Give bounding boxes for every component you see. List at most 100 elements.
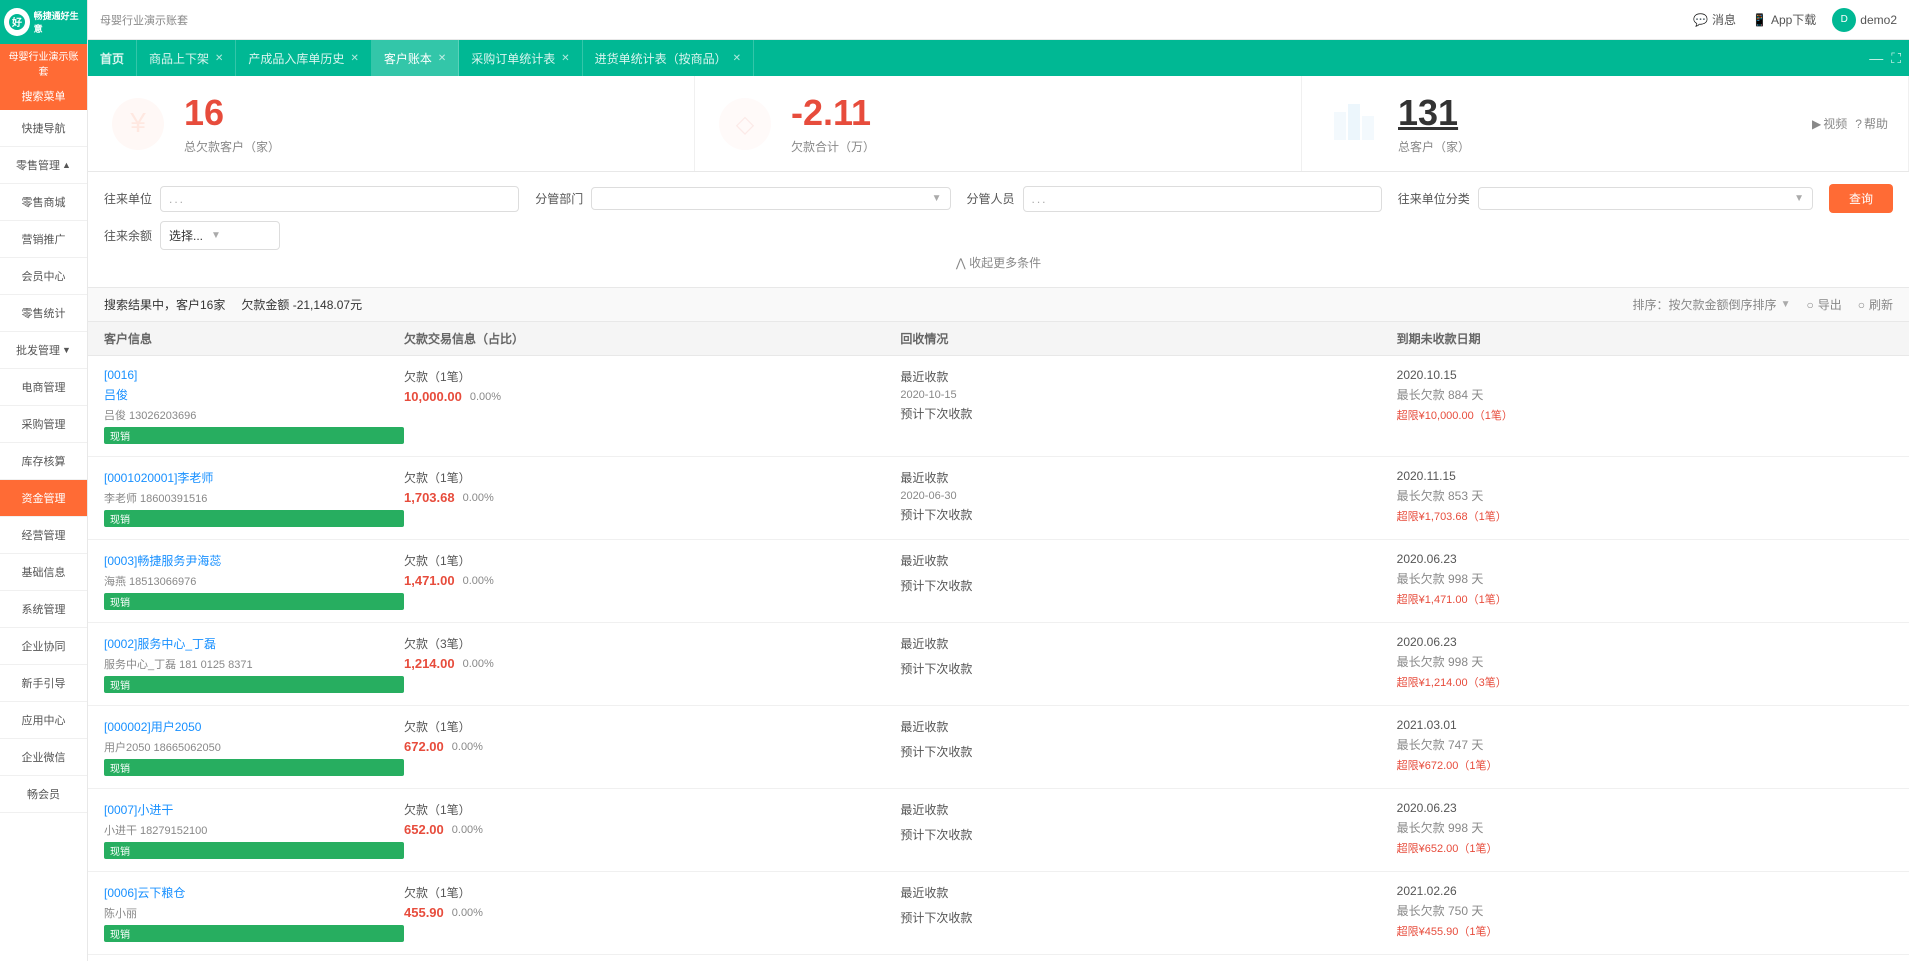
overdue-amount-link[interactable]: 超限¥10,000.00（1笔） — [1397, 407, 1893, 423]
tab-close-icon[interactable]: ✕ — [438, 53, 446, 64]
download-icon: 📱 — [1752, 13, 1767, 27]
filter-row-1: 往来单位 ... 分管部门 ▼ 分管人员 ... 往来单位分类 — [104, 184, 1893, 213]
sidebar-item-operations[interactable]: 经营管理 — [0, 517, 87, 554]
sidebar-item-wholesale-mgmt[interactable]: 批发管理 ▼ — [0, 332, 87, 369]
sidebar-item-inventory[interactable]: 库存核算 — [0, 443, 87, 480]
debt-info-cell: 欠款（1笔） 652.00 0.00% — [404, 801, 900, 837]
stat-card-actions: ▶ 视频 ? 帮助 — [1812, 115, 1888, 132]
overdue-amount-link[interactable]: 超限¥1,471.00（1笔） — [1397, 591, 1893, 607]
overdue-amount-link[interactable]: 超限¥1,703.68（1笔） — [1397, 508, 1893, 524]
message-button[interactable]: 💬 消息 — [1693, 11, 1736, 28]
table-header: 客户信息 欠款交易信息（占比） 回收情况 到期未收款日期 — [88, 322, 1909, 356]
debtors-count: 16 — [184, 92, 280, 134]
topbar-subtitle: 母婴行业演示账套 — [100, 12, 188, 28]
sidebar-item-purchase[interactable]: 采购管理 — [0, 406, 87, 443]
customer-name-link[interactable]: [0016] — [104, 368, 404, 382]
sidebar-item-member-center[interactable]: 会员中心 — [0, 258, 87, 295]
tab-product-history[interactable]: 产成品入库单历史 ✕ — [236, 40, 371, 76]
sidebar-item-basic-info[interactable]: 基础信息 — [0, 554, 87, 591]
sidebar-item-quick-nav[interactable]: 快捷导航 — [0, 110, 87, 147]
customer-name-link[interactable]: [0003]畅捷服务尹海蕊 — [104, 552, 404, 569]
sidebar-item-wechat[interactable]: 企业微信 — [0, 739, 87, 776]
col-header-debt: 欠款交易信息（占比） — [404, 330, 900, 347]
overdue-info-cell: 2021.02.26 最长欠款 750 天 超限¥455.90（1笔） — [1397, 884, 1893, 939]
sidebar-item-retail-mgmt[interactable]: 零售管理 ▲ — [0, 147, 87, 184]
manager-input[interactable]: ... — [1023, 186, 1382, 212]
refresh-icon: ○ — [1858, 298, 1865, 312]
overdue-amount-link[interactable]: 超限¥652.00（1笔） — [1397, 840, 1893, 856]
overdue-amount-link[interactable]: 超限¥455.90（1笔） — [1397, 923, 1893, 939]
debt-count: 欠款（1笔） — [404, 368, 900, 385]
customer-name-link[interactable]: [0007]小进干 — [104, 801, 404, 818]
tab-product-listing[interactable]: 商品上下架 ✕ — [137, 40, 236, 76]
topbar-actions: 💬 消息 📱 App下载 D demo2 — [1693, 8, 1897, 32]
filter-label-dept: 分管部门 — [535, 190, 583, 207]
overdue-info-cell: 2020.06.23 最长欠款 998 天 超限¥1,214.00（3笔） — [1397, 635, 1893, 690]
customer-name-link[interactable]: [0001020001]李老师 — [104, 469, 404, 486]
sidebar-item-system[interactable]: 系统管理 — [0, 591, 87, 628]
tab-customer-ledger[interactable]: 客户账本 ✕ — [372, 40, 459, 76]
overdue-amount-link[interactable]: 超限¥1,214.00（3笔） — [1397, 674, 1893, 690]
sidebar-item-retail-stats[interactable]: 零售统计 — [0, 295, 87, 332]
customer-name-link[interactable]: [000002]用户2050 — [104, 718, 404, 735]
help-button[interactable]: ? 帮助 — [1855, 115, 1888, 132]
tab-close-icon[interactable]: ✕ — [561, 53, 569, 64]
repay-info-cell: 最近收款 预计下次收款 — [900, 552, 1396, 594]
user-menu-button[interactable]: D demo2 — [1832, 8, 1897, 32]
tab-stock-stats[interactable]: 进货单统计表（按商品） ✕ — [583, 40, 754, 76]
tab-close-icon[interactable]: ✕ — [215, 53, 223, 64]
maximize-icon[interactable]: ⛶ — [1891, 50, 1901, 67]
overdue-info-cell: 2020.06.23 最长欠款 998 天 超限¥652.00（1笔） — [1397, 801, 1893, 856]
sidebar-item-enterprise-collab[interactable]: 企业协同 — [0, 628, 87, 665]
customer-tag: 现销 — [104, 510, 404, 527]
customer-unit-input[interactable]: ... — [160, 186, 519, 212]
tab-bar: 首页 商品上下架 ✕ 产成品入库单历史 ✕ 客户账本 ✕ 采购订单统计表 ✕ 进… — [88, 40, 1909, 76]
message-icon: 💬 — [1693, 13, 1708, 27]
customer-info-cell: [0003]畅捷服务尹海蕊 海燕 18513066976 现销 — [104, 552, 404, 610]
view-video-button[interactable]: ▶ 视频 — [1812, 115, 1847, 132]
svg-text:◇: ◇ — [736, 111, 755, 138]
search-menu-button[interactable]: 搜索菜单 — [0, 82, 87, 110]
balance-select[interactable]: 选择... ▼ — [160, 221, 280, 250]
minimize-icon[interactable]: — — [1869, 50, 1883, 67]
sidebar-item-new-guide[interactable]: 新手引导 — [0, 665, 87, 702]
collapse-filter-button[interactable]: ⋀ 收起更多条件 — [104, 250, 1893, 275]
customer-phone: 服务中心_丁磊 181 0125 8371 — [104, 656, 404, 672]
sidebar-item-member[interactable]: 畅会员 — [0, 776, 87, 813]
sidebar-item-ecommerce[interactable]: 电商管理 — [0, 369, 87, 406]
customer-name-link[interactable]: [0002]服务中心_丁磊 — [104, 635, 404, 652]
sidebar-item-app-center[interactable]: 应用中心 — [0, 702, 87, 739]
tab-purchase-stats[interactable]: 采购订单统计表 ✕ — [459, 40, 582, 76]
topbar: 母婴行业演示账套 💬 消息 📱 App下载 D demo2 — [88, 0, 1909, 40]
query-button[interactable]: 查询 — [1829, 184, 1893, 213]
repay-info-cell: 最近收款 预计下次收款 — [900, 884, 1396, 926]
tab-home[interactable]: 首页 — [88, 40, 137, 76]
sidebar-item-finance[interactable]: 资金管理 — [0, 480, 87, 517]
chevron-down-icon[interactable]: ▼ — [1781, 299, 1791, 310]
debt-amount: 10,000.00 — [404, 389, 462, 404]
filter-area: 往来单位 ... 分管部门 ▼ 分管人员 ... 往来单位分类 — [88, 172, 1909, 288]
debt-info-cell: 欠款（3笔） 1,214.00 0.00% — [404, 635, 900, 671]
refresh-button[interactable]: ○ 刷新 — [1858, 296, 1893, 313]
customer-name-text[interactable]: 吕俊 — [104, 386, 404, 403]
overdue-amount-link[interactable]: 超限¥672.00（1笔） — [1397, 757, 1893, 773]
sidebar-item-marketing[interactable]: 营销推广 — [0, 221, 87, 258]
tabs-window-actions: — ⛶ — [1861, 50, 1909, 67]
sort-label: 排序：按欠款金额倒序排序 ▼ — [1633, 296, 1791, 313]
video-icon: ▶ — [1812, 117, 1821, 131]
chevron-down-icon: ▼ — [62, 345, 71, 355]
tab-close-icon[interactable]: ✕ — [350, 53, 358, 64]
repay-info-cell: 最近收款 预计下次收款 — [900, 801, 1396, 843]
unit-category-select[interactable]: ▼ — [1478, 187, 1813, 210]
export-button[interactable]: ○ 导出 — [1806, 296, 1841, 313]
total-customers-icon — [1322, 94, 1382, 154]
department-select[interactable]: ▼ — [591, 187, 950, 210]
repay-info-cell: 最近收款 2020-10-15 预计下次收款 — [900, 368, 1396, 422]
sidebar-item-retail-mall[interactable]: 零售商城 — [0, 184, 87, 221]
customer-phone: 吕俊 13026203696 — [104, 407, 404, 423]
chevron-down-icon: ▼ — [1794, 193, 1804, 204]
chevron-icon: ▲ — [62, 160, 71, 170]
customer-name-link[interactable]: [0006]云下粮仓 — [104, 884, 404, 901]
app-download-button[interactable]: 📱 App下载 — [1752, 11, 1816, 28]
tab-close-icon[interactable]: ✕ — [733, 53, 741, 64]
